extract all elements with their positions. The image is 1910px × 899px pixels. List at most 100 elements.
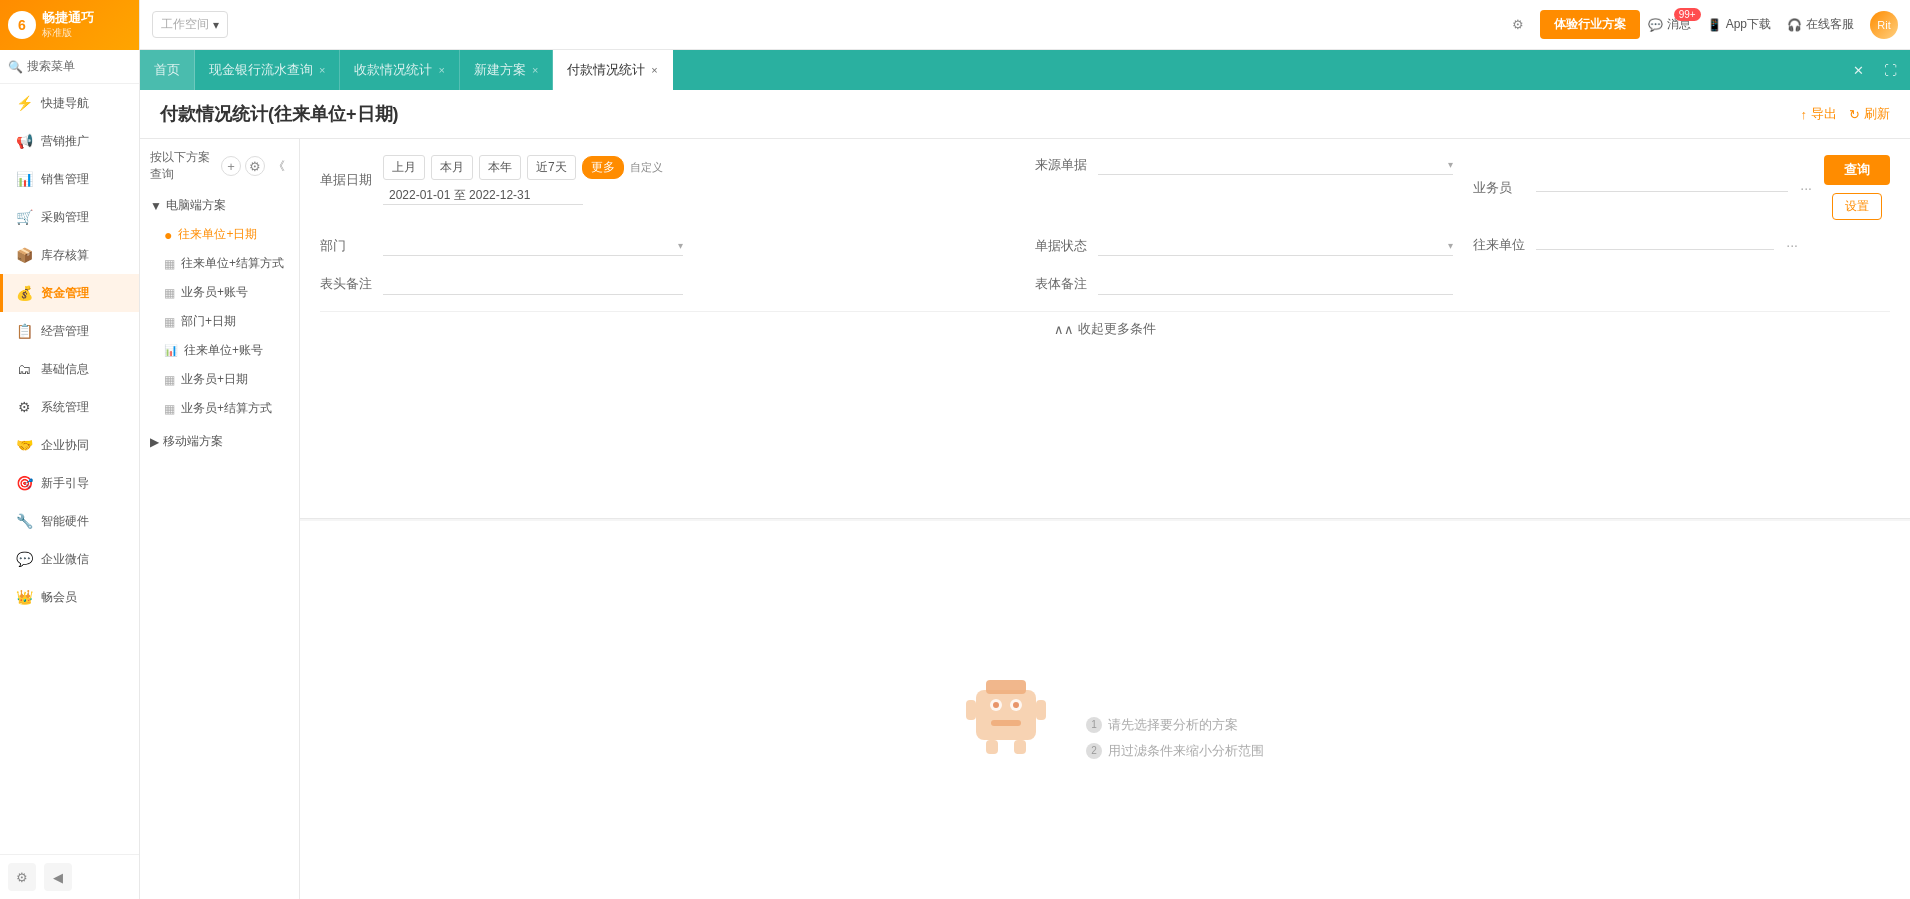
sidebar-item-guide[interactable]: 🎯新手引导	[0, 464, 139, 502]
tab-close-1[interactable]: ×	[319, 64, 325, 76]
sidebar-item-purchase[interactable]: 🛒采购管理	[0, 198, 139, 236]
sidebar-item-fund[interactable]: 💰资金管理	[0, 274, 139, 312]
sidebar-item-basic-info[interactable]: 🗂基础信息	[0, 350, 139, 388]
sidebar-item-hardware[interactable]: 🔧智能硬件	[0, 502, 139, 540]
date-btn-this-year[interactable]: 本年	[479, 155, 521, 180]
app-download-action[interactable]: 📱 App下载	[1707, 16, 1771, 33]
tab-0[interactable]: 首页	[140, 50, 195, 90]
scheme-item-icon-6: ▦	[164, 402, 175, 416]
tab-label-0: 首页	[154, 61, 180, 79]
sidebar-item-vip[interactable]: 👑畅会员	[0, 578, 139, 616]
partner-field: 往来单位 ···	[1473, 236, 1890, 254]
scheme-item-6[interactable]: ▦ 业务员+结算方式	[140, 394, 299, 423]
tab-1[interactable]: 现金银行流水查询×	[195, 50, 340, 90]
scheme-add-btn[interactable]: +	[221, 156, 241, 176]
topbar-settings-btn[interactable]: ⚙	[1504, 11, 1532, 39]
table-body-note-input[interactable]	[1098, 272, 1452, 295]
sidebar-item-marketing[interactable]: 📢营销推广	[0, 122, 139, 160]
workspace-arrow-icon: ▾	[213, 18, 219, 32]
svg-rect-1	[986, 680, 1026, 694]
scheme-item-0[interactable]: ● 往来单位+日期	[140, 220, 299, 249]
sidebar-item-operation[interactable]: 📋经营管理	[0, 312, 139, 350]
scheme-item-1[interactable]: ▦ 往来单位+结算方式	[140, 249, 299, 278]
message-action[interactable]: 💬 消息 99+	[1648, 16, 1691, 33]
collapse-more-btn[interactable]: ∧∧ 收起更多条件	[320, 311, 1890, 346]
sidebar-item-wechat[interactable]: 💬企业微信	[0, 540, 139, 578]
sidebar-icon-marketing: 📢	[15, 132, 33, 150]
filter-layout: 按以下方案查询 + ⚙ 《 ▼ 电脑端方案 ● 往来单位+日期	[140, 139, 1910, 899]
source-field: 来源单据 ▾	[1035, 155, 1452, 175]
filter-settings-btn[interactable]: 设置	[1832, 193, 1882, 220]
sidebar-item-inventory[interactable]: 📦库存核算	[0, 236, 139, 274]
source-select[interactable]: ▾	[1098, 155, 1452, 175]
tab-close-2[interactable]: ×	[438, 64, 444, 76]
sidebar-item-system[interactable]: ⚙系统管理	[0, 388, 139, 426]
doc-status-field: 单据状态 ▾	[1035, 236, 1452, 256]
content-area: 付款情况统计(往来单位+日期) ↑ 导出 ↻ 刷新 按以下方案查询 +	[140, 90, 1910, 899]
query-btn[interactable]: 查询	[1824, 155, 1890, 185]
date-range-input[interactable]	[383, 186, 583, 205]
scheme-item-4[interactable]: 📊 往来单位+账号	[140, 336, 299, 365]
message-badge: 99+	[1674, 8, 1701, 21]
tab-3[interactable]: 新建方案 ×	[460, 50, 553, 90]
sidebar-item-enterprise[interactable]: 🤝企业协同	[0, 426, 139, 464]
tab-4[interactable]: 付款情况统计×	[553, 50, 672, 90]
sidebar-search[interactable]: 🔍 搜索菜单	[0, 50, 139, 84]
scheme-item-3[interactable]: ▦ 部门+日期	[140, 307, 299, 336]
sidebar-icon-enterprise: 🤝	[15, 436, 33, 454]
tab-2[interactable]: 收款情况统计×	[340, 50, 459, 90]
scheme-panel: 按以下方案查询 + ⚙ 《 ▼ 电脑端方案 ● 往来单位+日期	[140, 139, 300, 899]
refresh-icon: ↻	[1849, 107, 1860, 122]
scheme-collapse-btn[interactable]: 《	[269, 156, 289, 176]
sidebar-item-sales[interactable]: 📊销售管理	[0, 160, 139, 198]
partner-dots[interactable]: ···	[1782, 237, 1802, 253]
tab-maximize-btn[interactable]: ⛶	[1878, 58, 1902, 82]
tab-close-all-btn[interactable]: ✕	[1846, 58, 1870, 82]
trial-btn[interactable]: 体验行业方案	[1540, 10, 1640, 39]
export-icon: ↑	[1801, 107, 1808, 122]
scheme-settings-btn[interactable]: ⚙	[245, 156, 265, 176]
logo-text: 畅捷通巧	[42, 10, 94, 26]
export-btn[interactable]: ↑ 导出	[1801, 105, 1838, 123]
sidebar-settings-btn[interactable]: ⚙	[8, 863, 36, 891]
sidebar-icon-purchase: 🛒	[15, 208, 33, 226]
tab-label-3: 新建方案	[474, 61, 526, 79]
workspace-name: 工作空间	[161, 16, 209, 33]
filter-area: 单据日期 上月 本月 本年 近7天 更多 自定义	[300, 139, 1910, 519]
sidebar-label-sales: 销售管理	[41, 171, 89, 188]
topbar-workspace: 工作空间 ▾	[152, 11, 1496, 38]
filter-row-2: 部门 ▾ 单据状态 ▾	[320, 236, 1890, 256]
page-title: 付款情况统计(往来单位+日期)	[160, 102, 399, 126]
workspace-selector[interactable]: 工作空间 ▾	[152, 11, 228, 38]
scheme-group-header-desktop[interactable]: ▼ 电脑端方案	[140, 191, 299, 220]
dept-label: 部门	[320, 237, 375, 255]
dept-select[interactable]: ▾	[383, 236, 683, 256]
table-header-note-input[interactable]	[383, 272, 683, 295]
partner-select[interactable]	[1536, 241, 1775, 250]
online-service-action[interactable]: 🎧 在线客服	[1787, 16, 1854, 33]
date-btn-this-month[interactable]: 本月	[431, 155, 473, 180]
scheme-item-5[interactable]: ▦ 业务员+日期	[140, 365, 299, 394]
tab-close-4[interactable]: ×	[651, 64, 657, 76]
tab-close-3[interactable]: ×	[532, 64, 538, 76]
scheme-item-label-3: 部门+日期	[181, 313, 236, 330]
sidebar-item-quick-nav[interactable]: ⚡ 快捷导航	[0, 84, 139, 122]
scheme-item-icon-0: ●	[164, 227, 172, 243]
empty-hint-1: 1 请先选择要分析的方案	[1086, 716, 1264, 734]
sidebar-label-hardware: 智能硬件	[41, 513, 89, 530]
empty-hint-2-text: 用过滤条件来缩小分析范围	[1108, 742, 1264, 760]
scheme-item-2[interactable]: ▦ 业务员+账号	[140, 278, 299, 307]
refresh-btn[interactable]: ↻ 刷新	[1849, 105, 1890, 123]
sidebar-icon-quick-nav: ⚡	[15, 94, 33, 112]
user-avatar[interactable]: Rit	[1870, 11, 1898, 39]
sidebar-collapse-btn[interactable]: ◀	[44, 863, 72, 891]
doc-status-select[interactable]: ▾	[1098, 236, 1452, 256]
agent-dots[interactable]: ···	[1796, 180, 1816, 196]
sidebar-label-quick-nav: 快捷导航	[41, 95, 89, 112]
date-btn-more[interactable]: 更多	[582, 156, 624, 179]
agent-select[interactable]	[1536, 183, 1789, 192]
scheme-group-header-mobile[interactable]: ▶ 移动端方案	[140, 427, 299, 456]
sidebar-icon-inventory: 📦	[15, 246, 33, 264]
date-btn-last-month[interactable]: 上月	[383, 155, 425, 180]
date-btn-7days[interactable]: 近7天	[527, 155, 576, 180]
